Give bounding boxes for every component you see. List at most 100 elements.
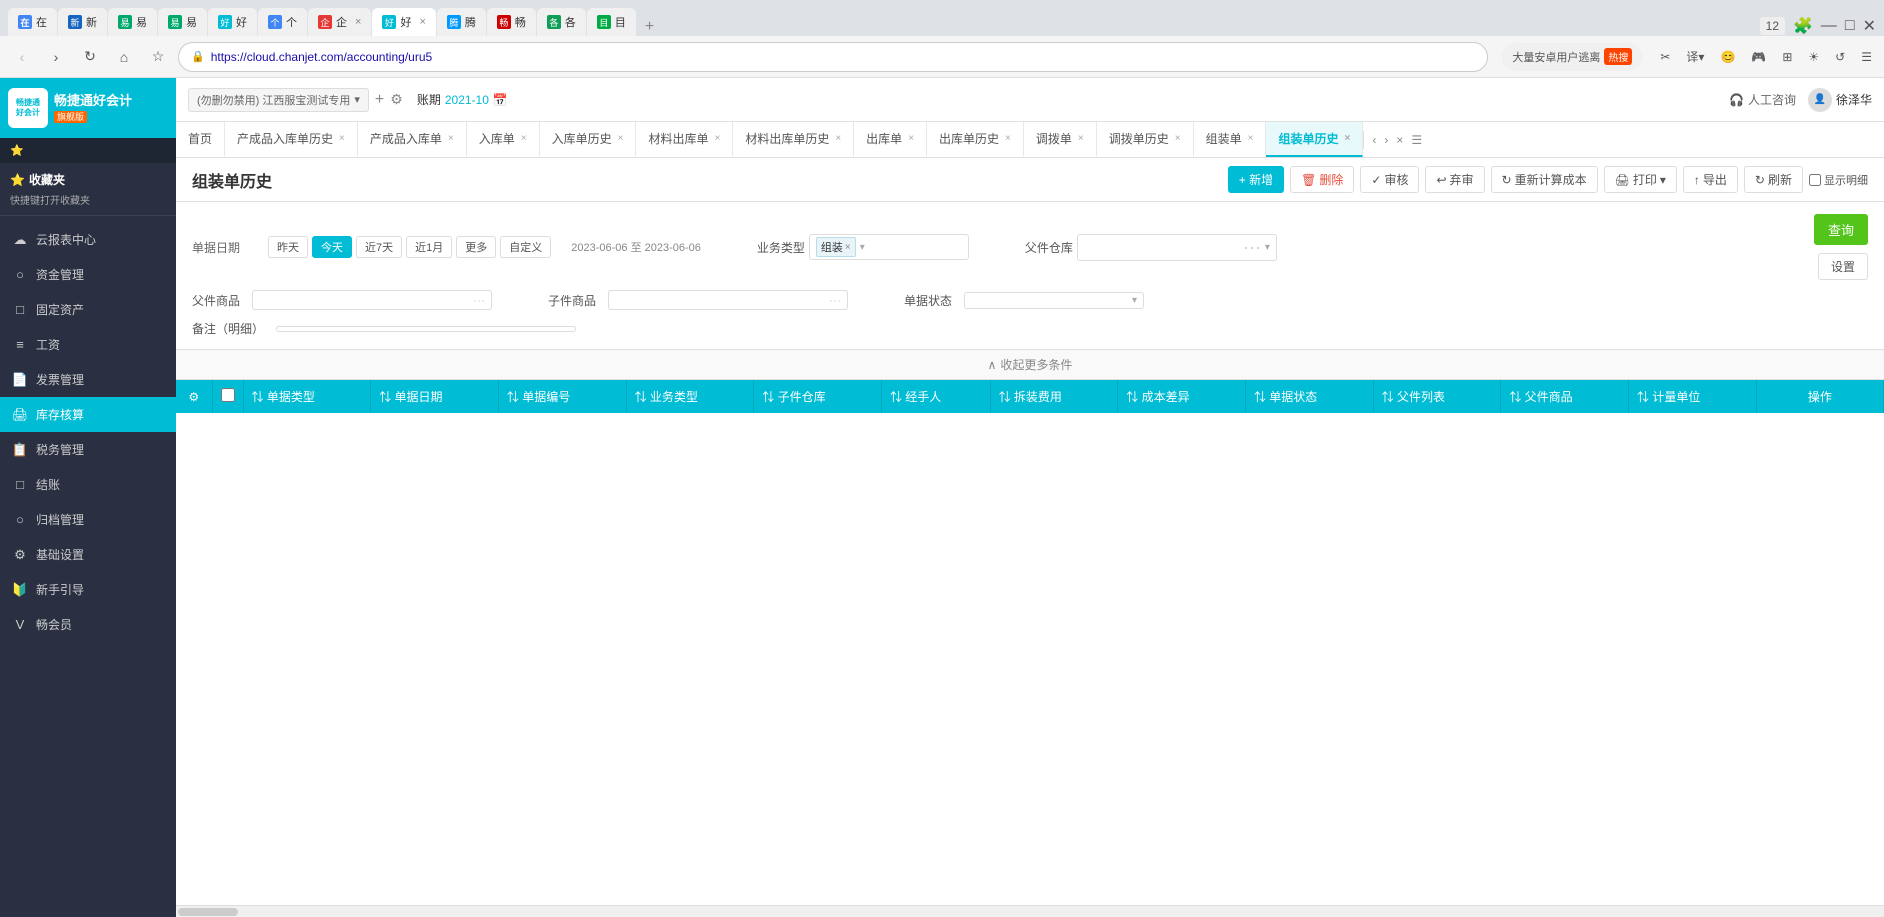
scrollbar-thumb[interactable]: [178, 908, 238, 916]
nav-tab-out-hist[interactable]: 出库单历史 ×: [927, 122, 1024, 157]
browser-tab-9[interactable]: 腾 腾: [437, 8, 486, 36]
sidebar-item-funds[interactable]: ○ 资金管理: [0, 257, 176, 292]
browser-tab-4[interactable]: 易 易: [158, 8, 207, 36]
nav-tab-transfer-close[interactable]: ×: [1078, 133, 1084, 144]
forward-button[interactable]: ›: [42, 43, 70, 71]
grid-icon[interactable]: ⊞: [1778, 48, 1796, 66]
browser-tab-3[interactable]: 易 易: [108, 8, 157, 36]
sidebar-item-member[interactable]: V 畅会员: [0, 607, 176, 642]
nav-tab-in-hist-close[interactable]: ×: [618, 133, 624, 144]
col-bill-date-header[interactable]: ⇅ 单据日期: [371, 380, 499, 413]
collapse-bar[interactable]: ∧ 收起更多条件: [176, 350, 1884, 380]
sidebar-item-tax[interactable]: 📋 税务管理: [0, 432, 176, 467]
col-bill-type-header[interactable]: ⇅ 单据类型: [243, 380, 371, 413]
col-disassemble-fee-header[interactable]: ⇅ 拆装费用: [990, 380, 1118, 413]
nav-tab-mat-out[interactable]: 材料出库单 ×: [636, 122, 733, 157]
nav-tab-assemble[interactable]: 组装单 ×: [1194, 122, 1267, 157]
filter-settings-button[interactable]: 设置: [1818, 253, 1868, 280]
status-dropdown-icon[interactable]: ▾: [1132, 295, 1137, 306]
nav-tab-in-hist[interactable]: 入库单历史 ×: [540, 122, 637, 157]
col-handler-header[interactable]: ⇅ 经手人: [881, 380, 990, 413]
col-settings-header[interactable]: ⚙: [176, 380, 212, 413]
nav-tab-prod-in[interactable]: 产成品入库单 ×: [358, 122, 467, 157]
col-checkbox-header[interactable]: [212, 380, 243, 413]
nav-tab-out-hist-close[interactable]: ×: [1005, 133, 1011, 144]
sidebar-item-settings[interactable]: ⚙ 基础设置: [0, 537, 176, 572]
nav-tab-mat-out-hist[interactable]: 材料出库单历史 ×: [733, 122, 854, 157]
nav-tab-assemble-hist[interactable]: 组装单历史 ×: [1266, 122, 1363, 157]
browser-tab-10[interactable]: 畅 畅: [487, 8, 536, 36]
minimize-button[interactable]: —: [1821, 17, 1837, 35]
col-unit-header[interactable]: ⇅ 计量单位: [1629, 380, 1757, 413]
nav-tab-prod-in-close[interactable]: ×: [448, 133, 454, 144]
nav-tab-assemble-hist-close[interactable]: ×: [1344, 133, 1350, 144]
col-parent-list-header[interactable]: ⇅ 父件列表: [1373, 380, 1501, 413]
week-btn[interactable]: 近7天: [356, 236, 402, 258]
new-tab-button[interactable]: +: [637, 18, 662, 36]
biz-type-input[interactable]: 组装 × ▾: [809, 234, 969, 260]
nav-tab-in-order[interactable]: 入库单 ×: [467, 122, 540, 157]
browser-tab-2[interactable]: 新 新: [58, 8, 107, 36]
menu-icon[interactable]: ☰: [1857, 48, 1876, 66]
back-button[interactable]: ‹: [8, 43, 36, 71]
abandon-button[interactable]: ↩ 弃审: [1425, 166, 1484, 193]
query-button[interactable]: 查询: [1814, 214, 1868, 245]
emoji-icon[interactable]: 😊: [1716, 48, 1739, 66]
add-company-icon[interactable]: +: [375, 91, 384, 109]
sidebar-item-archive[interactable]: ○ 归档管理: [0, 502, 176, 537]
nav-tab-mat-out-close[interactable]: ×: [714, 133, 720, 144]
delete-button[interactable]: 🗑 删除: [1290, 166, 1354, 193]
home-browser-button[interactable]: ⌂: [110, 43, 138, 71]
address-bar[interactable]: 🔒 https://cloud.chanjet.com/accounting/u…: [178, 42, 1488, 72]
settings-gear-icon[interactable]: ⚙: [390, 91, 403, 108]
period-value[interactable]: 2021-10: [445, 93, 489, 107]
parent-warehouse-dropdown-icon[interactable]: ▾: [1265, 242, 1270, 253]
nav-tab-out-order[interactable]: 出库单 ×: [854, 122, 927, 157]
export-button[interactable]: ↑ 导出: [1683, 166, 1738, 193]
nav-tab-assemble-close[interactable]: ×: [1248, 133, 1254, 144]
tab-count-badge[interactable]: 12: [1760, 17, 1785, 35]
col-child-warehouse-header[interactable]: ⇅ 子件仓库: [754, 380, 882, 413]
select-all-checkbox[interactable]: [221, 388, 235, 402]
horizontal-scrollbar[interactable]: [176, 905, 1884, 917]
nav-tabs-left-arrow[interactable]: ‹: [1368, 131, 1380, 149]
sidebar-item-inventory[interactable]: 🖨 库存核算: [0, 397, 176, 432]
today-btn[interactable]: 今天: [312, 236, 352, 258]
biz-type-dropdown-icon[interactable]: ▾: [860, 242, 865, 253]
browser-tab-7[interactable]: 企 企 ×: [308, 8, 371, 36]
biz-type-tag-close[interactable]: ×: [845, 242, 851, 253]
col-bill-status-header[interactable]: ⇅ 单据状态: [1245, 380, 1373, 413]
browser-tab-11[interactable]: 各 各: [537, 8, 586, 36]
sidebar-item-settle[interactable]: □ 结账: [0, 467, 176, 502]
sidebar-item-invoice[interactable]: 📄 发票管理: [0, 362, 176, 397]
nav-tab-in-order-close[interactable]: ×: [521, 133, 527, 144]
browser-tab-12[interactable]: 目 目: [587, 8, 636, 36]
translate-icon[interactable]: 译▾: [1682, 46, 1708, 67]
nav-tab-transfer-hist-close[interactable]: ×: [1175, 133, 1181, 144]
display-checkbox[interactable]: [1809, 174, 1821, 186]
browser-tab-1[interactable]: 在 在: [8, 8, 57, 36]
col-parent-goods-header[interactable]: ⇅ 父件商品: [1501, 380, 1629, 413]
user-info[interactable]: 👤 徐泽华: [1808, 88, 1872, 112]
parent-warehouse-input[interactable]: ··· ▾: [1077, 234, 1277, 261]
nav-tabs-right-arrow[interactable]: ›: [1380, 131, 1392, 149]
child-goods-input[interactable]: ···: [608, 290, 848, 310]
search-box[interactable]: 大量安卓用户逃离 热搜: [1502, 43, 1642, 71]
sidebar-item-assets[interactable]: □ 固定资产: [0, 292, 176, 327]
add-button[interactable]: + 新增: [1228, 166, 1284, 193]
nav-tab-transfer[interactable]: 调拨单 ×: [1024, 122, 1097, 157]
browser-tab-8[interactable]: 好 好 ×: [372, 8, 435, 36]
nav-tab-prod-in-hist[interactable]: 产成品入库单历史 ×: [225, 122, 358, 157]
custom-btn[interactable]: 自定义: [500, 236, 551, 258]
refresh-button[interactable]: ↻ 刷新: [1744, 166, 1803, 193]
maximize-button[interactable]: □: [1845, 17, 1855, 35]
undo-icon[interactable]: ↺: [1831, 48, 1849, 66]
scissors-icon[interactable]: ✂: [1656, 48, 1674, 66]
sidebar-item-guide[interactable]: 🔰 新手引导: [0, 572, 176, 607]
nav-tabs-close-all[interactable]: ×: [1392, 131, 1407, 149]
col-bill-no-header[interactable]: ⇅ 单据编号: [498, 380, 626, 413]
nav-tab-mat-out-hist-close[interactable]: ×: [835, 133, 841, 144]
nav-tab-transfer-hist[interactable]: 调拨单历史 ×: [1097, 122, 1194, 157]
browser-tab-5[interactable]: 好 好: [208, 8, 257, 36]
extensions-icon[interactable]: 🧩: [1793, 16, 1813, 36]
